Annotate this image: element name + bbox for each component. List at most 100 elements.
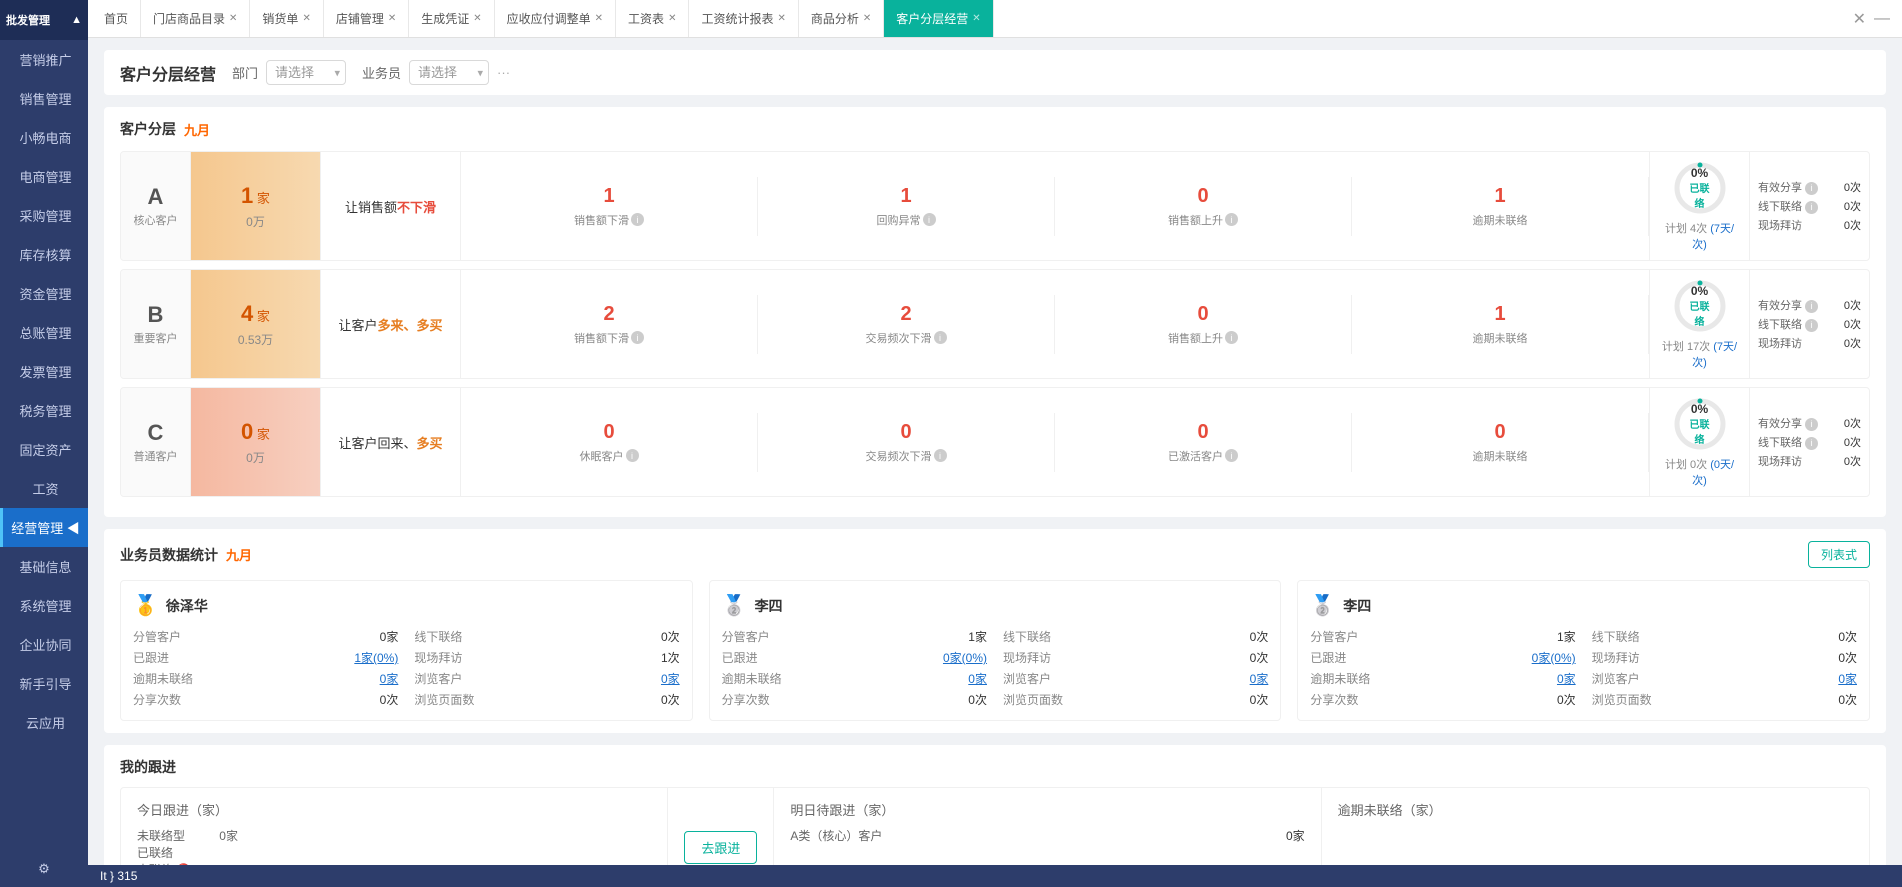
tab-close-icon[interactable]: ✕ xyxy=(863,13,871,24)
sidebar-settings[interactable]: ⚙ xyxy=(0,851,88,887)
tab-销货单[interactable]: 销货单 ✕ xyxy=(250,0,323,38)
tier-row-b: B 重要客户 4 家 0.53万 让客户多来、多买 2 销售额下滑 i xyxy=(120,269,1870,379)
sidebar-item-税务管理[interactable]: 税务管理 xyxy=(0,391,88,430)
sidebar-item-电商管理[interactable]: 电商管理 xyxy=(0,157,88,196)
right-stat-share-c: 有效分享 i 0次 xyxy=(1758,415,1861,431)
tab-客户分层经营[interactable]: 客户分层经营 ✕ xyxy=(884,0,993,38)
tomorrow-followup-title: 明日待跟进（家） xyxy=(790,800,1304,819)
sidebar-item-销售管理[interactable]: 销售管理 xyxy=(0,79,88,118)
tab-label: 应收应付调整单 xyxy=(507,10,591,27)
info-icon[interactable]: i xyxy=(934,331,947,344)
sidebar-item-云应用[interactable]: 云应用 xyxy=(0,703,88,742)
tier-count-num-a: 1 家 xyxy=(241,183,270,209)
info-icon[interactable]: i xyxy=(626,449,639,462)
circle-container-c: 0% 已联络 xyxy=(1672,396,1728,452)
dept-select-wrapper: 请选择 xyxy=(266,60,346,85)
sp-stat-overdue-3: 逾期未联络 0家 xyxy=(1310,670,1575,687)
circle-text-b: 0% 已联络 xyxy=(1686,284,1714,328)
list-view-button[interactable]: 列表式 xyxy=(1808,541,1870,568)
sidebar-item-营销推广[interactable]: 营销推广 xyxy=(0,40,88,79)
tab-工资统计报表[interactable]: 工资统计报表 ✕ xyxy=(689,0,798,38)
salesperson-select-wrapper: 请选择 xyxy=(409,60,489,85)
sp-stat-share-2: 分享次数 0次 xyxy=(722,691,987,708)
tier-stats-c: 0 休眠客户 i 0 交易频次下滑 i 0 已激活客户 i 0 逾期未联络 xyxy=(461,388,1749,496)
tab-商品分析[interactable]: 商品分析 ✕ xyxy=(799,0,884,38)
tier-label-b: B 重要客户 xyxy=(121,270,191,378)
tab-close-icon[interactable]: ✕ xyxy=(302,13,310,24)
tab-label: 工资统计报表 xyxy=(701,10,773,27)
close-btn[interactable]: ✕ xyxy=(1853,9,1866,29)
tab-生成凭证[interactable]: 生成凭证 ✕ xyxy=(409,0,494,38)
tab-close-icon[interactable]: ✕ xyxy=(473,13,481,24)
sp-stat-visit-2: 现场拜访 0次 xyxy=(1003,649,1268,666)
info-icon[interactable]: i xyxy=(1805,201,1818,214)
sp-stat-overdue-2: 逾期未联络 0家 xyxy=(722,670,987,687)
sidebar-item-系统管理[interactable]: 系统管理 xyxy=(0,586,88,625)
tab-close-icon[interactable]: ✕ xyxy=(229,13,237,24)
sidebar-item-新手引导[interactable]: 新手引导 xyxy=(0,664,88,703)
tier-amount-c: 0万 xyxy=(246,449,265,466)
info-icon[interactable]: i xyxy=(923,213,936,226)
tab-bar: 首页 门店商品目录 ✕ 销货单 ✕ 店铺管理 ✕ 生成凭证 ✕ 应收应付调整单 … xyxy=(88,0,1902,38)
tab-close-icon[interactable]: ✕ xyxy=(595,13,603,24)
stat-freq-down-b: 2 交易频次下滑 i xyxy=(758,295,1055,354)
salesperson-grid: 🥇 徐泽华 分管客户 0家 线下联络 0次 已跟进 xyxy=(120,580,1870,721)
biz-stats-section: 业务员数据统计 九月 列表式 🥇 徐泽华 分管客户 0家 xyxy=(104,529,1886,733)
info-icon[interactable]: i xyxy=(934,449,947,462)
salesperson-card-2: 🥈 李四 分管客户 1家 线下联络 0次 已跟进 xyxy=(709,580,1282,721)
sidebar-item-发票管理[interactable]: 发票管理 xyxy=(0,352,88,391)
tier-name-a: 核心客户 xyxy=(134,212,178,228)
sidebar-item-基础信息[interactable]: 基础信息 xyxy=(0,547,88,586)
info-icon[interactable]: i xyxy=(1805,437,1818,450)
sidebar-item-采购管理[interactable]: 采购管理 xyxy=(0,196,88,235)
dept-select[interactable]: 请选择 xyxy=(266,60,346,85)
sidebar-item-总账管理[interactable]: 总账管理 xyxy=(0,313,88,352)
tab-应收应付调整单[interactable]: 应收应付调整单 ✕ xyxy=(495,0,616,38)
salesperson-stats-3: 分管客户 1家 线下联络 0次 已跟进 0家(0%) 现场拜访 xyxy=(1310,628,1857,708)
info-icon[interactable]: i xyxy=(1805,182,1818,195)
sp-stat-followedup-2: 已跟进 0家(0%) xyxy=(722,649,987,666)
tab-首页[interactable]: 首页 xyxy=(92,0,141,38)
tab-close-icon[interactable]: ✕ xyxy=(972,13,980,24)
tier-name-c: 普通客户 xyxy=(134,448,178,464)
info-icon[interactable]: i xyxy=(1225,449,1238,462)
sidebar-item-经营管理[interactable]: 经营管理 ◀ xyxy=(0,508,88,547)
info-icon[interactable]: i xyxy=(631,213,644,226)
salesperson-select[interactable]: 请选择 xyxy=(409,60,489,85)
circle-stat-b: 0% 已联络 计划 17次 (7天/次) xyxy=(1649,270,1749,378)
month-badge: 九月 xyxy=(184,120,210,139)
medal-silver-icon: 🥈 xyxy=(722,593,747,618)
sidebar-item-固定资产[interactable]: 固定资产 xyxy=(0,430,88,469)
sidebar-item-库存核算[interactable]: 库存核算 xyxy=(0,235,88,274)
tier-letter-b: B xyxy=(148,302,164,328)
sp-stat-offline-2: 线下联络 0次 xyxy=(1003,628,1268,645)
window-controls: ✕ — xyxy=(1845,9,1898,29)
info-icon[interactable]: i xyxy=(1805,319,1818,332)
info-icon[interactable]: i xyxy=(1805,300,1818,313)
tab-close-icon[interactable]: ✕ xyxy=(777,13,785,24)
tab-店铺管理[interactable]: 店铺管理 ✕ xyxy=(324,0,409,38)
more-options-icon[interactable]: ··· xyxy=(497,65,510,80)
info-icon[interactable]: i xyxy=(631,331,644,344)
tomorrow-stat-row: A类（核心）客户 0家 xyxy=(790,827,1304,844)
right-stat-visit-a: 现场拜访 0次 xyxy=(1758,217,1861,233)
circle-text-c: 0% 已联络 xyxy=(1686,402,1714,446)
info-icon[interactable]: i xyxy=(1225,331,1238,344)
sidebar-item-企业协同[interactable]: 企业协同 xyxy=(0,625,88,664)
sidebar-item-资金管理[interactable]: 资金管理 xyxy=(0,274,88,313)
info-icon[interactable]: i xyxy=(1805,418,1818,431)
sp-stat-pages-2: 浏览页面数 0次 xyxy=(1003,691,1268,708)
circle-plan-a: 计划 4次 (7天/次) xyxy=(1658,220,1741,252)
tab-工资表[interactable]: 工资表 ✕ xyxy=(616,0,689,38)
sidebar-item-小畅电商[interactable]: 小畅电商 xyxy=(0,118,88,157)
tab-门店商品目录[interactable]: 门店商品目录 ✕ xyxy=(141,0,250,38)
tab-close-icon[interactable]: ✕ xyxy=(388,13,396,24)
tier-stats-a: 1 销售额下滑 i 1 回购异常 i 0 销售额上升 i 1 逾期未联络 xyxy=(461,152,1749,260)
tab-close-icon[interactable]: ✕ xyxy=(668,13,676,24)
today-followup-stats: 未联络型 已联络 未联络 🔴 下次未定 🔴 0家 xyxy=(137,827,651,865)
goto-followup-button[interactable]: 去跟进 xyxy=(684,831,757,864)
sidebar-item-工资[interactable]: 工资 xyxy=(0,469,88,508)
minimize-btn[interactable]: — xyxy=(1874,10,1890,28)
sidebar-header[interactable]: 批发管理 ▲ xyxy=(0,0,88,40)
info-icon[interactable]: i xyxy=(1225,213,1238,226)
